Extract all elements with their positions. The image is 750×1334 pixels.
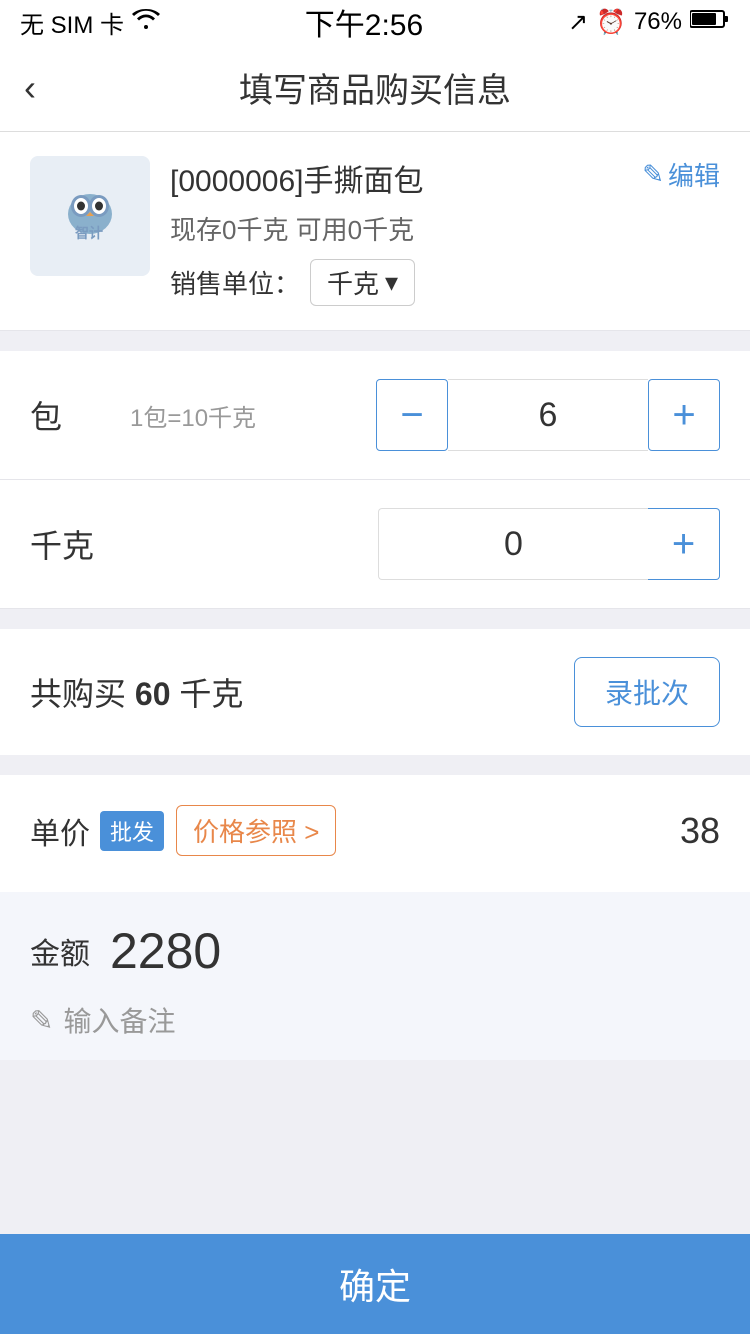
amount-row: 金额 2280 <box>30 922 720 980</box>
bag-increment-button[interactable]: + <box>648 379 720 451</box>
bottom-spacer <box>0 1060 750 1180</box>
total-amount-val: 60 <box>135 676 171 712</box>
record-batch-button[interactable]: 录批次 <box>574 657 720 727</box>
kg-label: 千克 <box>30 521 110 567</box>
chevron-down-icon: ▾ <box>385 267 398 298</box>
bag-qty-input[interactable] <box>448 379 648 451</box>
alarm-icon: ⏰ <box>596 8 626 37</box>
battery-icon <box>690 8 730 36</box>
section-gap-3 <box>0 755 750 775</box>
product-info: [0000006]手撕面包 ✎ 编辑 现存0千克 可用0千克 销售单位： 千克 … <box>170 156 720 306</box>
unit-label: 销售单位： <box>170 264 300 301</box>
svg-text:智计: 智计 <box>74 225 103 241</box>
battery-text: 76% <box>634 8 682 36</box>
bag-decrement-button[interactable]: − <box>376 379 448 451</box>
carrier-text: 无 SIM 卡 <box>20 5 124 40</box>
edit-button[interactable]: ✎ 编辑 <box>642 156 720 193</box>
remark-row[interactable]: ✎ 输入备注 <box>30 1000 720 1040</box>
nav-bar: ‹ 填写商品购买信息 <box>0 44 750 132</box>
bag-qty-control: − + <box>376 379 720 451</box>
input-section: 包 1包=10千克 − + 千克 + <box>0 351 750 609</box>
back-button[interactable]: ‹ <box>24 67 36 109</box>
price-badge: 批发 <box>100 811 164 851</box>
status-right: ↗ ⏰ 76% <box>568 8 730 37</box>
price-label: 单价 <box>30 809 90 853</box>
price-row: 单价 批发 价格参照 > 38 <box>30 805 720 856</box>
remark-icon: ✎ <box>30 1004 53 1037</box>
product-unit: 销售单位： 千克 ▾ <box>170 259 720 306</box>
amount-label: 金额 <box>30 929 90 973</box>
kg-qty-control: + <box>378 508 720 580</box>
bag-hint: 1包=10千克 <box>130 398 356 433</box>
status-left: 无 SIM 卡 <box>20 5 160 40</box>
bag-label: 包 <box>30 392 110 438</box>
bag-input-row: 包 1包=10千克 − + <box>0 351 750 480</box>
price-section: 单价 批发 价格参照 > 38 <box>0 775 750 892</box>
wifi-icon <box>132 8 160 36</box>
amount-value: 2280 <box>110 922 221 980</box>
product-stock: 现存0千克 可用0千克 <box>170 210 720 247</box>
section-gap-2 <box>0 609 750 629</box>
product-thumbnail: 智计 <box>30 156 150 276</box>
unit-select[interactable]: 千克 ▾ <box>310 259 415 306</box>
edit-label: 编辑 <box>668 156 720 193</box>
kg-input-row: 千克 + <box>0 480 750 609</box>
unit-value: 千克 <box>327 264 379 301</box>
confirm-label: 确定 <box>339 1258 411 1310</box>
total-row: 共购买 60 千克 录批次 <box>0 629 750 755</box>
status-time: 下午2:56 <box>305 0 423 44</box>
status-bar: 无 SIM 卡 下午2:56 ↗ ⏰ 76% <box>0 0 750 44</box>
remark-placeholder: 输入备注 <box>63 1000 175 1040</box>
price-value: 38 <box>680 810 720 852</box>
total-text: 共购买 60 千克 <box>30 669 243 715</box>
price-reference-button[interactable]: 价格参照 > <box>176 805 336 856</box>
section-gap-1 <box>0 331 750 351</box>
page-title: 填写商品购买信息 <box>239 63 511 112</box>
kg-increment-button[interactable]: + <box>648 508 720 580</box>
confirm-button[interactable]: 确定 <box>0 1234 750 1334</box>
location-icon: ↗ <box>568 8 588 37</box>
total-label: 共购买 <box>30 676 126 712</box>
edit-icon: ✎ <box>642 159 664 190</box>
amount-section: 金额 2280 ✎ 输入备注 <box>0 892 750 1060</box>
kg-qty-input[interactable] <box>378 508 648 580</box>
product-name: [0000006]手撕面包 <box>170 156 423 200</box>
total-unit-text: 千克 <box>179 676 243 712</box>
product-card: 智计 [0000006]手撕面包 ✎ 编辑 现存0千克 可用0千克 销售单位： … <box>0 132 750 331</box>
product-logo: 智计 <box>55 176 125 256</box>
